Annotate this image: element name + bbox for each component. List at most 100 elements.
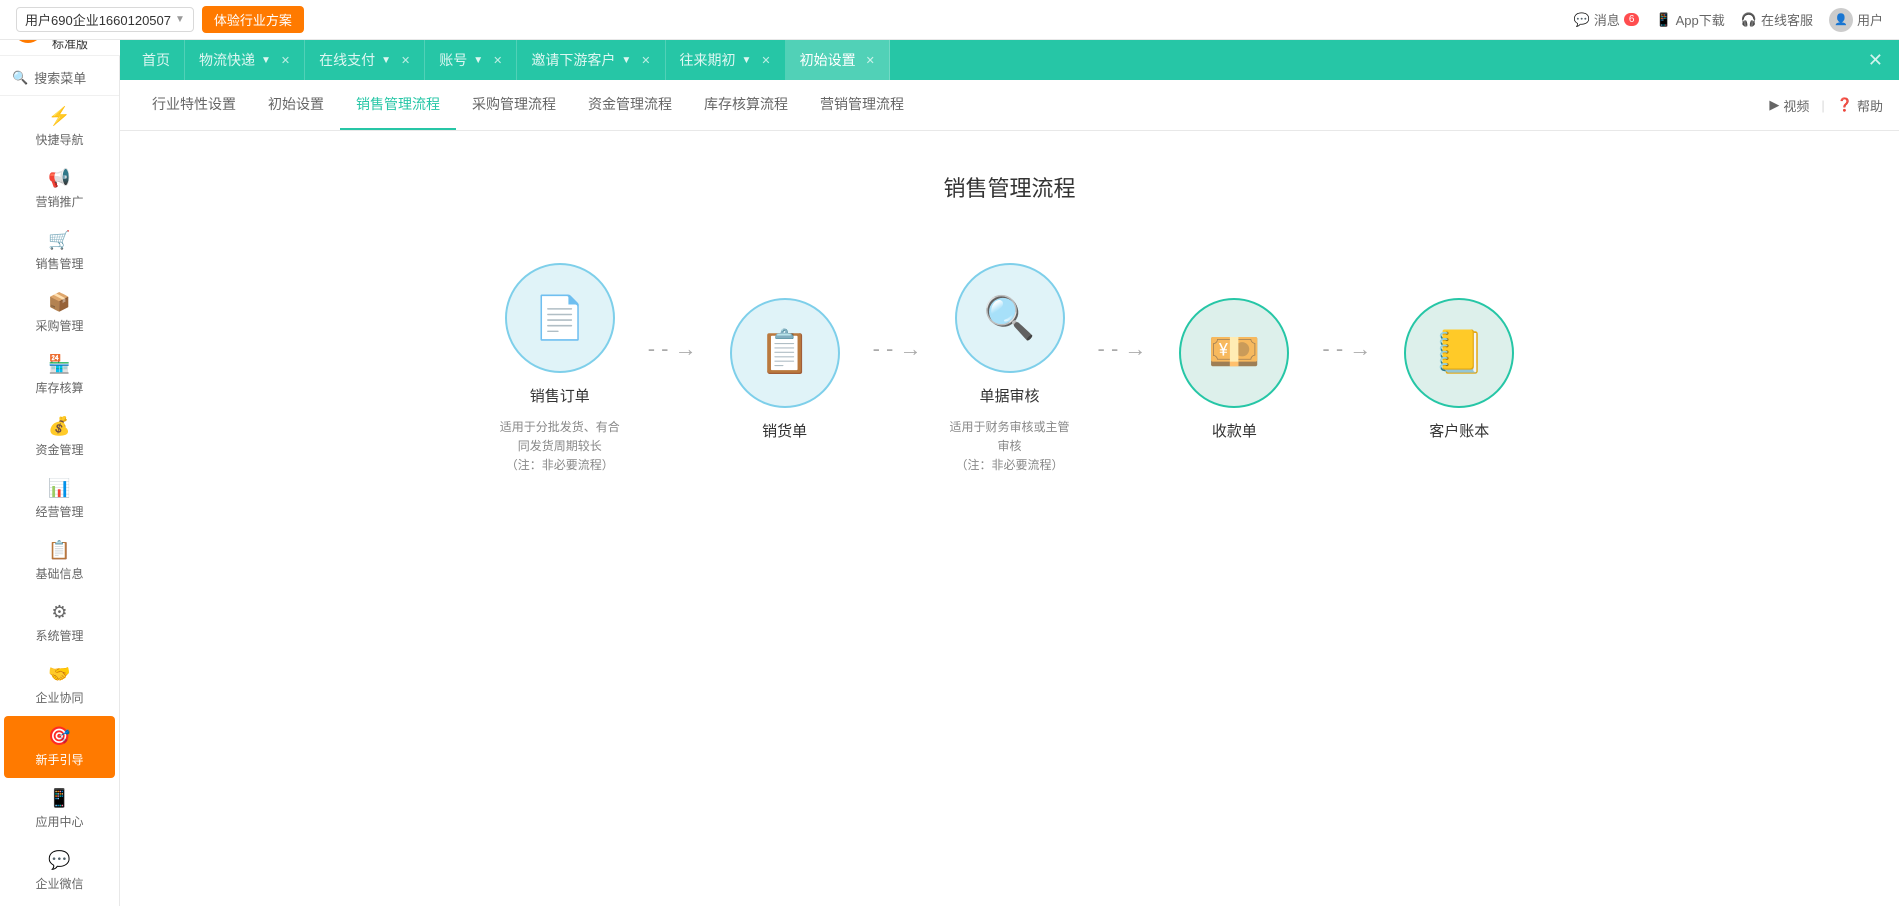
messages-label: 消息 bbox=[1594, 10, 1620, 29]
nav-tab-label-invite: 邀请下游客户 bbox=[531, 50, 615, 70]
nav-tab-payment[interactable]: 在线支付▼✕ bbox=[305, 40, 425, 80]
flow-step-name-receipt: 收款单 bbox=[1212, 420, 1257, 441]
sub-tab-inventory-flow[interactable]: 库存核算流程 bbox=[688, 80, 804, 130]
sidebar-label-inventory: 库存核算 bbox=[35, 379, 83, 396]
sidebar-items-container: ⚡ 快捷导航 📢 营销推广 🛒 销售管理 📦 采购管理 🏪 库存核算 💰 资金管… bbox=[0, 96, 119, 906]
sidebar-item-operations[interactable]: 📊 经营管理 bbox=[0, 468, 119, 530]
sidebar-item-inventory[interactable]: 🏪 库存核算 bbox=[0, 344, 119, 406]
user-name: 用户 bbox=[1857, 10, 1883, 29]
sidebar-icon-system: ⚙ bbox=[51, 602, 67, 623]
nav-tab-invite[interactable]: 邀请下游客户▼✕ bbox=[517, 40, 665, 80]
flow-step-receipt: 💴 收款单 bbox=[1154, 298, 1314, 441]
sub-tabs: 行业特性设置初始设置销售管理流程采购管理流程资金管理流程库存核算流程营销管理流程… bbox=[120, 80, 1899, 131]
nav-tab-close-invite[interactable]: ✕ bbox=[641, 54, 650, 67]
search-icon: 🔍 bbox=[12, 70, 28, 86]
sidebar-icon-enterprise-coop: 🤝 bbox=[48, 664, 70, 685]
top-header: 用户690企业1660120507 ▼ 体验行业方案 💬 消息 6 📱 App下… bbox=[0, 0, 1899, 40]
flow-step-icon-sales-delivery: 📋 bbox=[758, 328, 810, 377]
sidebar-item-purchase[interactable]: 📦 采购管理 bbox=[0, 282, 119, 344]
nav-tab-label-initial-setup: 初始设置 bbox=[800, 50, 856, 70]
sub-tab-industry[interactable]: 行业特性设置 bbox=[136, 80, 252, 130]
nav-tab-label-home: 首页 bbox=[142, 50, 170, 70]
sidebar-icon-quick-nav: ⚡ bbox=[48, 106, 70, 127]
app-download-item[interactable]: 📱 App下载 bbox=[1655, 10, 1724, 29]
nav-tab-arrow-payment: ▼ bbox=[381, 55, 391, 66]
flow-circle-audit: 🔍 bbox=[955, 263, 1065, 373]
nav-tab-account[interactable]: 账号▼✕ bbox=[425, 40, 517, 80]
sidebar-label-basic-info: 基础信息 bbox=[35, 565, 83, 582]
nav-tab-close-logistics[interactable]: ✕ bbox=[281, 54, 290, 67]
video-label: 视频 bbox=[1783, 96, 1809, 115]
nav-tab-close-payment[interactable]: ✕ bbox=[401, 54, 410, 67]
flow-content: 销售管理流程 📄 销售订单 适用于分批发货、有合同发货周期较长（注：非必要流程）… bbox=[120, 131, 1899, 516]
sidebar-item-system[interactable]: ⚙ 系统管理 bbox=[0, 592, 119, 654]
user-selector[interactable]: 用户690企业1660120507 ▼ bbox=[16, 7, 194, 32]
sub-tab-sales-flow[interactable]: 销售管理流程 bbox=[340, 80, 456, 130]
user-avatar-item[interactable]: 👤 用户 bbox=[1829, 8, 1883, 32]
sidebar-item-guide[interactable]: 🎯 新手引导 bbox=[4, 716, 115, 778]
flow-circle-receipt: 💴 bbox=[1179, 298, 1289, 408]
flow-step-desc-audit: 适用于财务审核或主管审核（注：非必要流程） bbox=[945, 418, 1075, 476]
sub-tab-initial[interactable]: 初始设置 bbox=[252, 80, 340, 130]
flow-step-icon-audit: 🔍 bbox=[983, 294, 1035, 343]
sub-tab-finance-flow[interactable]: 资金管理流程 bbox=[572, 80, 688, 130]
flow-arrow-2: - - → bbox=[1098, 336, 1147, 402]
search-label: 搜索菜单 bbox=[34, 68, 86, 87]
page-title: 销售管理流程 bbox=[180, 171, 1839, 203]
help-link[interactable]: ❓ 帮助 bbox=[1837, 96, 1883, 115]
user-selector-arrow: ▼ bbox=[175, 14, 185, 25]
nav-tabs-bar: 首页物流快递▼✕在线支付▼✕账号▼✕邀请下游客户▼✕往来期初▼✕初始设置✕ ✕ bbox=[120, 40, 1899, 80]
sidebar-item-enterprise-wechat[interactable]: 💬 企业微信 bbox=[0, 840, 119, 902]
online-service-item[interactable]: 🎧 在线客服 bbox=[1741, 10, 1813, 29]
avatar: 👤 bbox=[1829, 8, 1853, 32]
nav-tab-home[interactable]: 首页 bbox=[128, 40, 185, 80]
sidebar-label-guide: 新手引导 bbox=[35, 751, 83, 768]
nav-tab-logistics[interactable]: 物流快递▼✕ bbox=[185, 40, 305, 80]
nav-tabs-container: 首页物流快递▼✕在线支付▼✕账号▼✕邀请下游客户▼✕往来期初▼✕初始设置✕ bbox=[128, 40, 1860, 80]
close-all-tabs-button[interactable]: ✕ bbox=[1860, 50, 1891, 71]
sidebar-item-marketing[interactable]: 📢 营销推广 bbox=[0, 158, 119, 220]
flow-arrow-3: - - → bbox=[1322, 336, 1371, 402]
trial-button[interactable]: 体验行业方案 bbox=[202, 6, 304, 33]
nav-tab-close-period-init[interactable]: ✕ bbox=[761, 54, 770, 67]
nav-tab-arrow-period-init: ▼ bbox=[742, 55, 752, 66]
sidebar-label-enterprise-coop: 企业协同 bbox=[35, 689, 83, 706]
flow-step-customer-ledger: 📒 客户账本 bbox=[1379, 298, 1539, 441]
messages-item[interactable]: 💬 消息 6 bbox=[1574, 10, 1640, 29]
sidebar-item-basic-info[interactable]: 📋 基础信息 bbox=[0, 530, 119, 592]
sidebar-item-app-center[interactable]: 📱 应用中心 bbox=[0, 778, 119, 840]
nav-tab-period-init[interactable]: 往来期初 ▼ ✕ bbox=[666, 40, 786, 80]
nav-tab-close-account[interactable]: ✕ bbox=[493, 54, 502, 67]
flow-step-sales-order: 📄 销售订单 适用于分批发货、有合同发货周期较长（注：非必要流程） bbox=[480, 263, 640, 476]
flow-arrow-0: - - → bbox=[648, 336, 697, 402]
sidebar-icon-app-center: 📱 bbox=[48, 788, 70, 809]
flow-step-icon-customer-ledger: 📒 bbox=[1433, 328, 1485, 377]
sidebar-icon-marketing: 📢 bbox=[48, 168, 70, 189]
flow-step-name-customer-ledger: 客户账本 bbox=[1429, 420, 1489, 441]
flow-step-name-sales-delivery: 销货单 bbox=[762, 420, 807, 441]
sidebar-label-quick-nav: 快捷导航 bbox=[35, 131, 83, 148]
sidebar-item-finance[interactable]: 💰 资金管理 bbox=[0, 406, 119, 468]
sidebar-label-marketing: 营销推广 bbox=[35, 193, 83, 210]
sidebar-search[interactable]: 🔍 搜索菜单 bbox=[0, 60, 119, 96]
nav-tab-initial-setup[interactable]: 初始设置 ✕ bbox=[786, 40, 890, 80]
video-link[interactable]: ▶ 视频 bbox=[1769, 96, 1809, 115]
sidebar-item-quick-nav[interactable]: ⚡ 快捷导航 bbox=[0, 96, 119, 158]
flow-step-desc-sales-order: 适用于分批发货、有合同发货周期较长（注：非必要流程） bbox=[495, 418, 625, 476]
flow-step-name-sales-order: 销售订单 bbox=[530, 385, 590, 406]
header-left: 用户690企业1660120507 ▼ 体验行业方案 bbox=[16, 6, 304, 33]
flow-step-audit: 🔍 单据审核 适用于财务审核或主管审核（注：非必要流程） bbox=[930, 263, 1090, 476]
sidebar-label-purchase: 采购管理 bbox=[35, 317, 83, 334]
flow-circle-sales-delivery: 📋 bbox=[730, 298, 840, 408]
sub-tab-marketing-flow[interactable]: 营销管理流程 bbox=[804, 80, 920, 130]
nav-tab-close-initial-setup[interactable]: ✕ bbox=[866, 54, 875, 67]
message-icon: 💬 bbox=[1574, 12, 1590, 28]
nav-tab-arrow-account: ▼ bbox=[473, 55, 483, 66]
sidebar-label-operations: 经营管理 bbox=[35, 503, 83, 520]
sidebar-item-sales[interactable]: 🛒 销售管理 bbox=[0, 220, 119, 282]
sidebar-item-enterprise-coop[interactable]: 🤝 企业协同 bbox=[0, 654, 119, 716]
nav-tab-label-period-init: 往来期初 bbox=[680, 50, 736, 70]
sidebar-item-vip[interactable]: V 畅会员 bbox=[0, 902, 119, 906]
sub-tab-purchase-flow[interactable]: 采购管理流程 bbox=[456, 80, 572, 130]
sidebar-label-finance: 资金管理 bbox=[35, 441, 83, 458]
